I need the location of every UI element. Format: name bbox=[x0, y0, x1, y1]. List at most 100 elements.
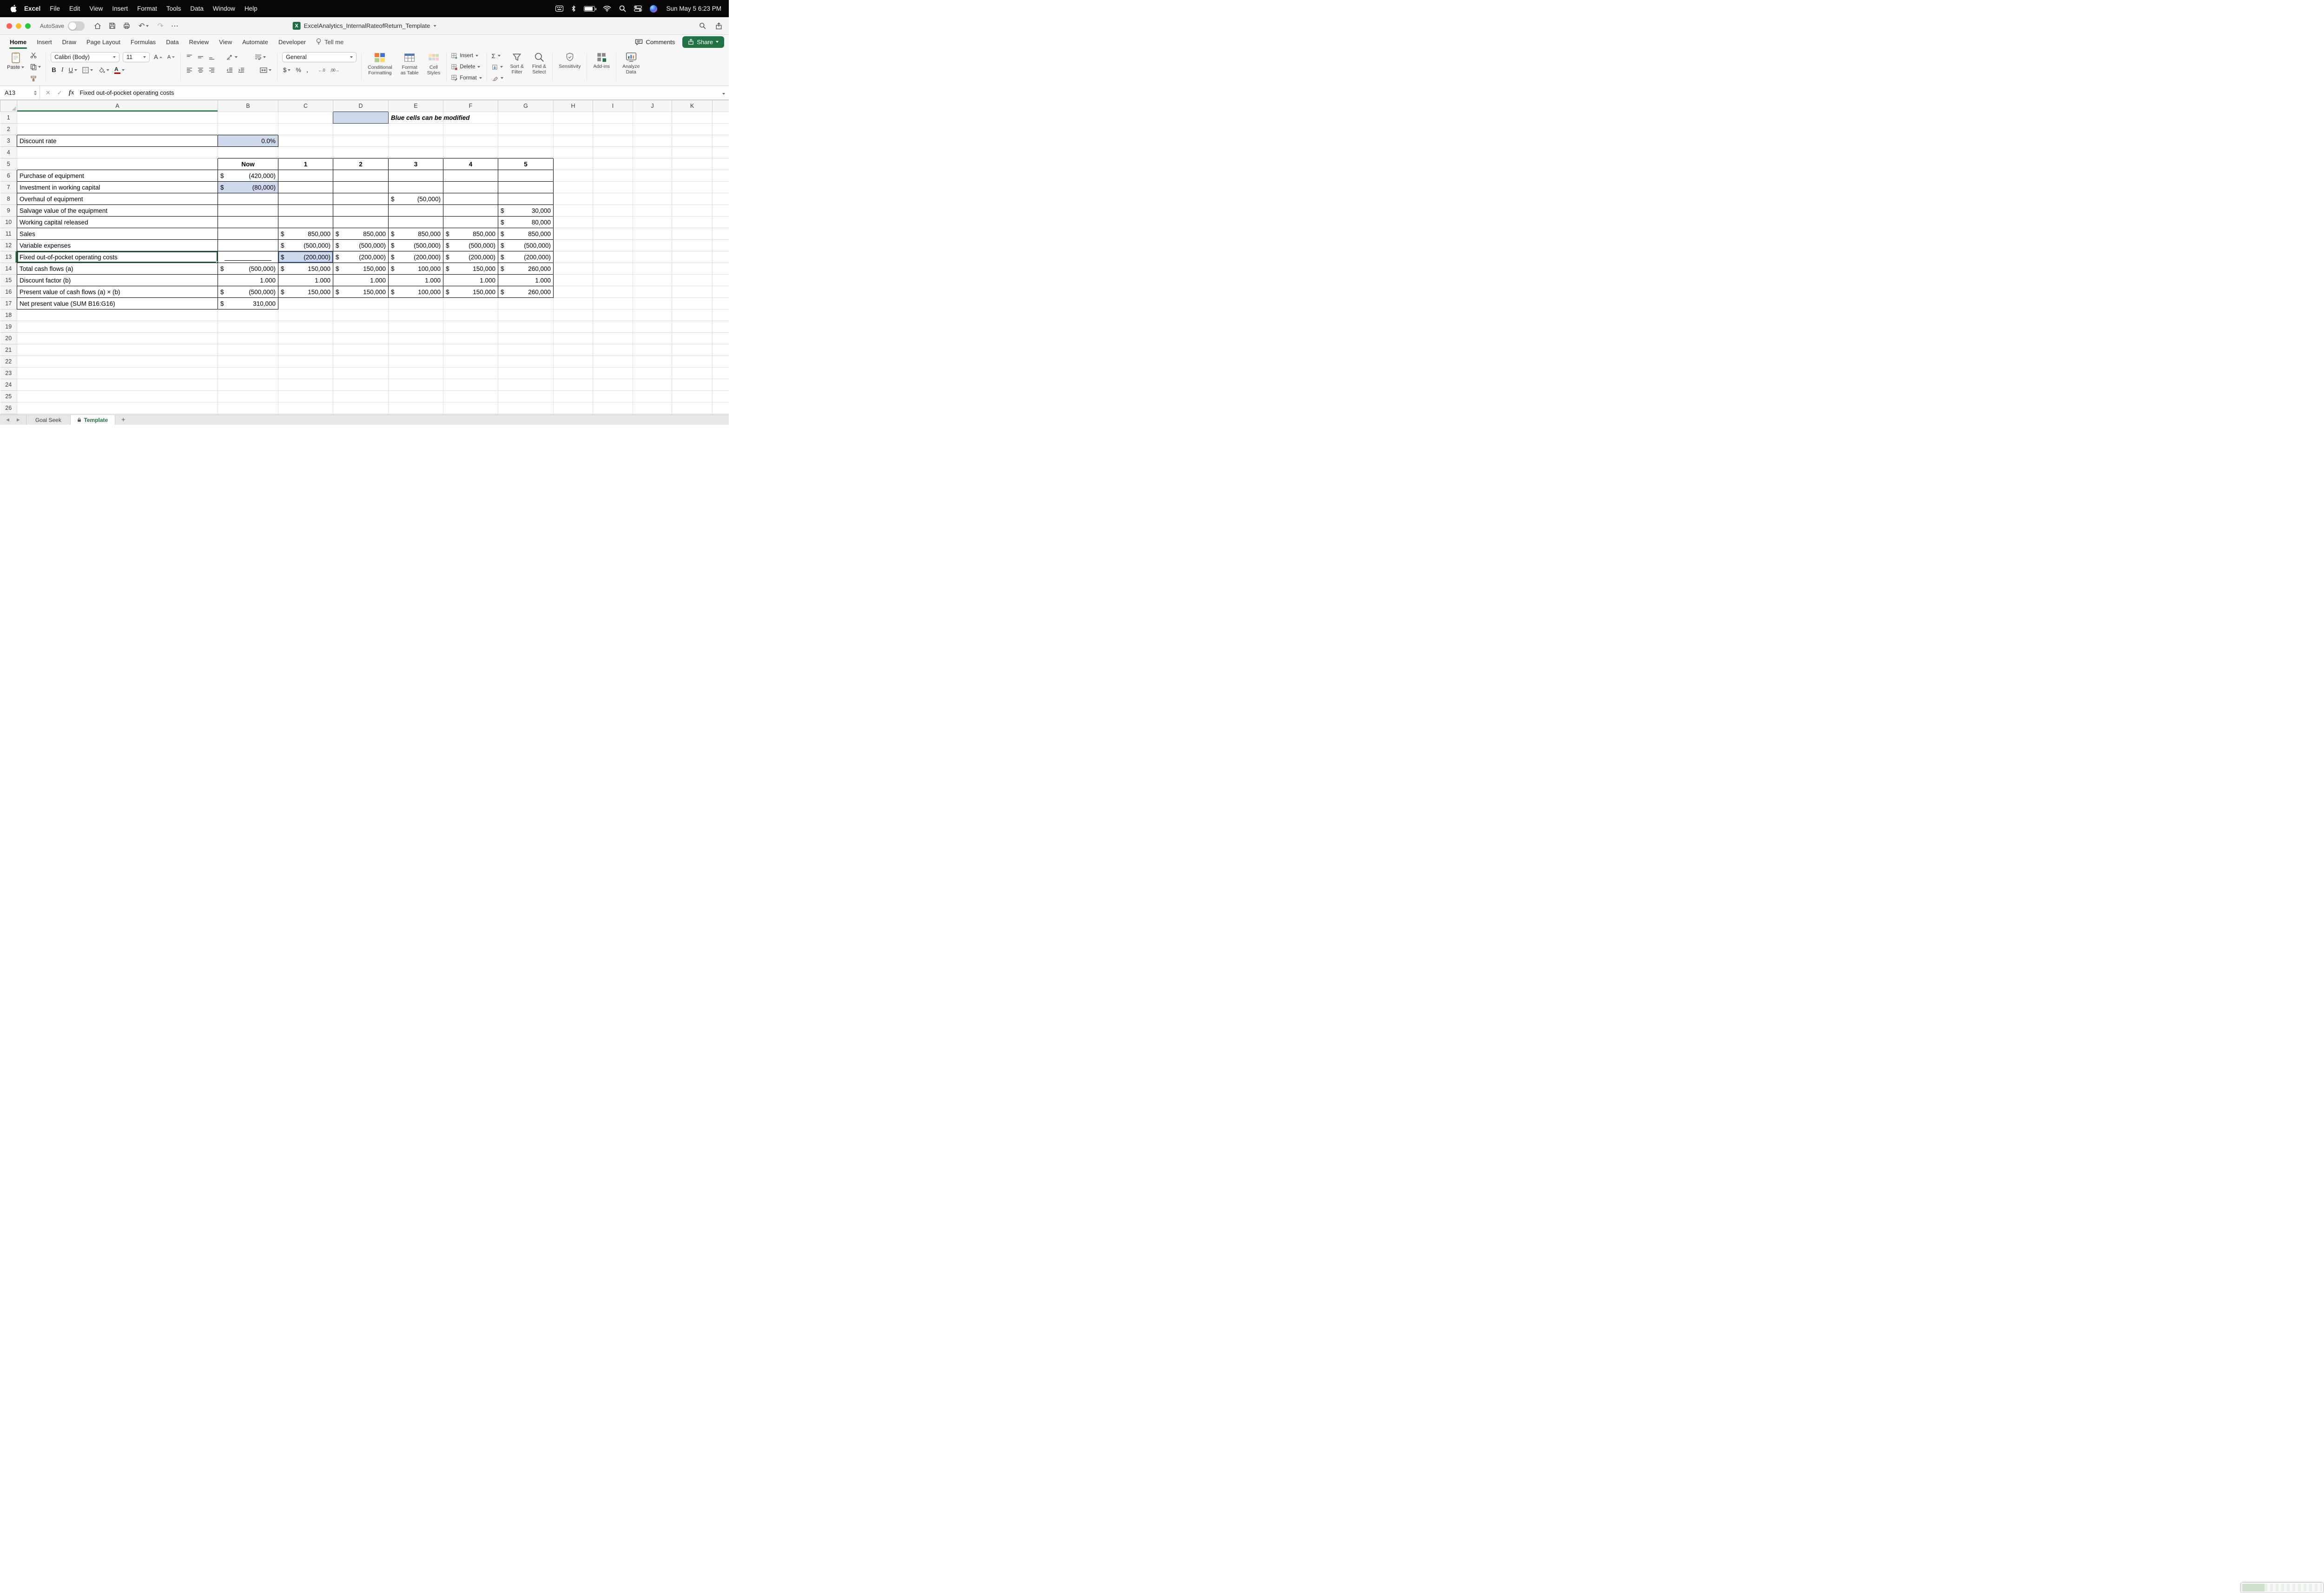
cell-fill-5[interactable] bbox=[712, 158, 729, 170]
cell-D1[interactable] bbox=[333, 112, 389, 124]
cell-K8[interactable] bbox=[672, 193, 713, 205]
cell-A10[interactable]: Working capital released bbox=[17, 216, 218, 228]
cell-D20[interactable] bbox=[333, 332, 389, 344]
cell-A11[interactable]: Sales bbox=[17, 228, 218, 240]
cell-G16[interactable]: $260,000 bbox=[498, 286, 554, 298]
cell-G4[interactable] bbox=[498, 146, 554, 158]
cell-A19[interactable] bbox=[17, 321, 218, 333]
cell-A24[interactable] bbox=[17, 379, 218, 391]
cell-K25[interactable] bbox=[672, 390, 713, 402]
cell-I26[interactable] bbox=[593, 402, 633, 414]
cell-D17[interactable] bbox=[333, 297, 389, 309]
cell-C22[interactable] bbox=[278, 355, 333, 368]
cut-button[interactable] bbox=[29, 52, 42, 59]
cell-G7[interactable] bbox=[498, 181, 554, 193]
sheet-nav-back-button[interactable]: ◀ bbox=[6, 417, 9, 422]
cell-G14[interactable]: $260,000 bbox=[498, 263, 554, 275]
cell-H23[interactable] bbox=[553, 367, 593, 379]
cell-J4[interactable] bbox=[633, 146, 672, 158]
home-icon[interactable] bbox=[94, 22, 101, 30]
cell-G18[interactable] bbox=[498, 309, 554, 321]
cell-A6[interactable]: Purchase of equipment bbox=[17, 170, 218, 182]
cell-G12[interactable]: $ (500,000) bbox=[498, 239, 554, 251]
col-header-F[interactable]: F bbox=[443, 100, 498, 112]
spotlight-icon[interactable] bbox=[619, 5, 626, 12]
cell-K27[interactable] bbox=[672, 414, 713, 415]
cell-K14[interactable] bbox=[672, 263, 713, 275]
cell-I12[interactable] bbox=[593, 239, 633, 251]
cell-G23[interactable] bbox=[498, 367, 554, 379]
cell-G20[interactable] bbox=[498, 332, 554, 344]
cell-K1[interactable] bbox=[672, 112, 713, 124]
cell-F6[interactable] bbox=[443, 170, 498, 182]
cell-G21[interactable] bbox=[498, 344, 554, 356]
cell-D2[interactable] bbox=[333, 123, 389, 135]
cell-F9[interactable] bbox=[443, 204, 498, 217]
cell-fill-16[interactable] bbox=[712, 286, 729, 298]
cell-E27[interactable] bbox=[388, 414, 443, 415]
cell-G9[interactable]: $30,000 bbox=[498, 204, 554, 217]
cell-F17[interactable] bbox=[443, 297, 498, 309]
cell-I9[interactable] bbox=[593, 204, 633, 217]
cell-K16[interactable] bbox=[672, 286, 713, 298]
search-icon[interactable] bbox=[699, 22, 706, 29]
cell-C8[interactable] bbox=[278, 193, 333, 205]
cell-K13[interactable] bbox=[672, 251, 713, 263]
cell-B11[interactable] bbox=[218, 228, 278, 240]
cell-C9[interactable] bbox=[278, 204, 333, 217]
cell-I3[interactable] bbox=[593, 135, 633, 147]
cell-B16[interactable]: $ (500,000) bbox=[218, 286, 278, 298]
cell-fill-3[interactable] bbox=[712, 135, 729, 147]
cell-F11[interactable]: $850,000 bbox=[443, 228, 498, 240]
copy-button[interactable] bbox=[29, 64, 42, 70]
col-header-I[interactable]: I bbox=[593, 100, 633, 112]
align-center-button[interactable] bbox=[197, 67, 205, 73]
cell-A2[interactable] bbox=[17, 123, 218, 135]
col-header-G[interactable]: G bbox=[498, 100, 554, 112]
cell-E9[interactable] bbox=[388, 204, 443, 217]
cell-B18[interactable] bbox=[218, 309, 278, 321]
cell-G5[interactable]: 5 bbox=[498, 158, 554, 170]
cell-J12[interactable] bbox=[633, 239, 672, 251]
cell-E2[interactable] bbox=[388, 123, 443, 135]
cell-fill-25[interactable] bbox=[712, 390, 729, 402]
cell-fill-2[interactable] bbox=[712, 123, 729, 135]
cell-H11[interactable] bbox=[553, 228, 593, 240]
cell-fill-12[interactable] bbox=[712, 239, 729, 251]
row-header-6[interactable]: 6 bbox=[0, 170, 17, 182]
sheet-tab-goal-seek[interactable]: Goal Seek bbox=[26, 415, 71, 425]
row-header-18[interactable]: 18 bbox=[0, 309, 17, 321]
tab-page-layout[interactable]: Page Layout bbox=[81, 36, 125, 48]
cell-E12[interactable]: $ (500,000) bbox=[388, 239, 443, 251]
sheet-nav-forward-button[interactable]: ▶ bbox=[17, 417, 20, 422]
cell-A27[interactable] bbox=[17, 414, 218, 415]
row-header-20[interactable]: 20 bbox=[0, 332, 17, 344]
cell-H10[interactable] bbox=[553, 216, 593, 228]
cell-K26[interactable] bbox=[672, 402, 713, 414]
row-header-19[interactable]: 19 bbox=[0, 321, 17, 333]
italic-button[interactable]: I bbox=[60, 66, 65, 74]
cell-D24[interactable] bbox=[333, 379, 389, 391]
cell-I19[interactable] bbox=[593, 321, 633, 333]
orientation-button[interactable]: ab bbox=[225, 54, 238, 60]
cell-H21[interactable] bbox=[553, 344, 593, 356]
cell-E13[interactable]: $ (200,000) bbox=[388, 251, 443, 263]
cell-A3[interactable]: Discount rate bbox=[17, 135, 218, 147]
cell-D12[interactable]: $ (500,000) bbox=[333, 239, 389, 251]
cell-E19[interactable] bbox=[388, 321, 443, 333]
cell-D14[interactable]: $150,000 bbox=[333, 263, 389, 275]
cell-A12[interactable]: Variable expenses bbox=[17, 239, 218, 251]
cell-G11[interactable]: $850,000 bbox=[498, 228, 554, 240]
cell-C25[interactable] bbox=[278, 390, 333, 402]
cell-I13[interactable] bbox=[593, 251, 633, 263]
cell-G8[interactable] bbox=[498, 193, 554, 205]
cell-J3[interactable] bbox=[633, 135, 672, 147]
cell-F2[interactable] bbox=[443, 123, 498, 135]
cell-I21[interactable] bbox=[593, 344, 633, 356]
cell-J25[interactable] bbox=[633, 390, 672, 402]
cell-E17[interactable] bbox=[388, 297, 443, 309]
cell-K15[interactable] bbox=[672, 274, 713, 286]
cell-H19[interactable] bbox=[553, 321, 593, 333]
format-painter-button[interactable] bbox=[29, 75, 42, 82]
cell-H9[interactable] bbox=[553, 204, 593, 217]
